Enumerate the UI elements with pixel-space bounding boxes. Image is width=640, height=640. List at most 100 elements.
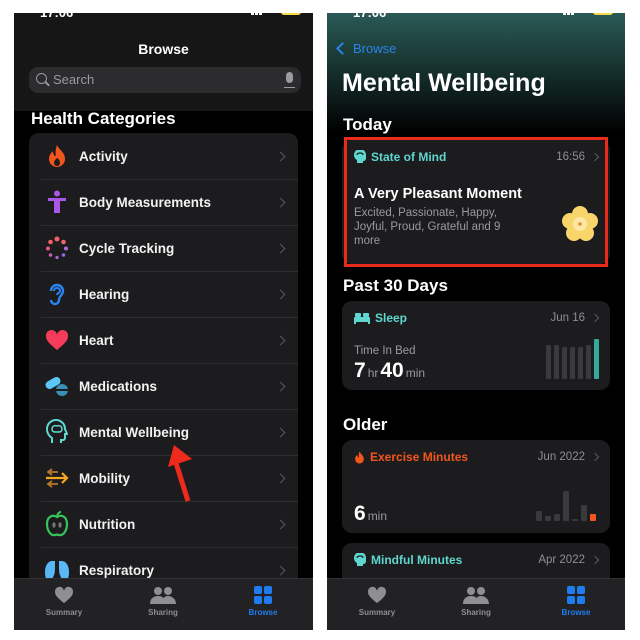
category-cycle-tracking[interactable]: Cycle Tracking	[29, 225, 298, 271]
sleep-value: 7 hr40 min	[354, 359, 427, 383]
arrows-icon	[44, 465, 70, 491]
chevron-right-icon	[590, 313, 600, 323]
tab-label: Sharing	[461, 608, 491, 617]
figure-icon	[44, 189, 70, 215]
category-label: Nutrition	[79, 516, 136, 532]
mini-bar	[562, 347, 567, 379]
signal-icon	[251, 13, 265, 15]
heart-icon	[24, 585, 104, 605]
tab-bar: Summary Sharing Browse	[14, 578, 313, 630]
exercise-value: 6 min	[354, 502, 389, 526]
pills-icon	[44, 373, 70, 399]
mini-bar	[586, 345, 591, 379]
mini-bar	[578, 347, 583, 379]
card-date: Jun 16	[550, 312, 585, 324]
red-arrow-annotation	[168, 445, 192, 502]
tab-bar: Summary Sharing Browse	[327, 578, 625, 630]
mini-bar	[572, 519, 578, 521]
chevron-right-icon	[275, 197, 286, 207]
chevron-right-icon	[275, 565, 286, 575]
chevron-left-icon	[336, 42, 349, 55]
nav-header	[14, 13, 313, 111]
hours-value: 7	[354, 359, 366, 382]
chevron-right-icon	[275, 473, 286, 483]
card-date: Jun 2022	[537, 451, 585, 463]
microphone-icon[interactable]	[284, 72, 295, 88]
tab-sharing[interactable]: Sharing	[436, 585, 516, 617]
head-brain-icon	[44, 419, 70, 445]
category-label: Hearing	[79, 286, 130, 302]
battery-icon: 60	[281, 13, 301, 15]
exercise-minutes-card[interactable]: Exercise Minutes Jun 2022 6 min	[342, 440, 610, 533]
exercise-number: 6	[354, 502, 366, 525]
page-title: Mental Wellbeing	[342, 69, 546, 97]
cycle-dots-icon	[44, 235, 70, 261]
browse-screen: 17:06 60 Browse Search Health Categories…	[14, 13, 313, 630]
category-mental-wellbeing[interactable]: Mental Wellbeing	[29, 409, 298, 455]
chevron-right-icon	[275, 289, 286, 299]
head-icon	[354, 553, 366, 567]
category-label: Body Measurements	[79, 194, 212, 210]
category-label: Medications	[79, 378, 158, 394]
chevron-right-icon	[590, 555, 600, 565]
category-medications[interactable]: Medications	[29, 363, 298, 409]
tab-summary[interactable]: Summary	[24, 585, 104, 617]
ear-icon	[44, 281, 70, 307]
tab-label: Sharing	[148, 608, 178, 617]
category-hearing[interactable]: Hearing	[29, 271, 298, 317]
card-date: Apr 2022	[538, 554, 585, 566]
nav-title: Browse	[138, 41, 189, 57]
mini-bar	[581, 504, 587, 521]
chevron-right-icon	[275, 519, 286, 529]
heart-icon	[337, 585, 417, 605]
mini-bar	[554, 345, 559, 379]
category-activity[interactable]: Activity	[29, 133, 298, 179]
battery-icon: 60	[593, 13, 613, 15]
chevron-right-icon	[275, 335, 286, 345]
section-older: Older	[343, 415, 388, 434]
hours-unit: hr	[367, 366, 379, 380]
mini-bar	[545, 515, 551, 521]
tab-browse[interactable]: Browse	[223, 585, 303, 617]
category-heart[interactable]: Heart	[29, 317, 298, 363]
people-icon	[123, 585, 203, 605]
tab-summary[interactable]: Summary	[337, 585, 417, 617]
tab-browse[interactable]: Browse	[536, 585, 616, 617]
status-time: 17:06	[40, 13, 73, 20]
chevron-right-icon	[275, 381, 286, 391]
sleep-card[interactable]: Sleep Jun 16 Time In Bed 7 hr40 min	[342, 301, 610, 390]
search-input[interactable]: Search	[29, 67, 301, 93]
mini-bar	[570, 347, 575, 379]
tab-sharing[interactable]: Sharing	[123, 585, 203, 617]
bed-icon	[354, 312, 370, 324]
back-button[interactable]: Browse	[335, 41, 396, 56]
heart-icon	[44, 327, 70, 353]
grid-icon	[223, 585, 303, 605]
category-label: Cycle Tracking	[79, 240, 175, 256]
category-label: Respiratory	[79, 562, 155, 578]
tab-label: Browse	[561, 608, 591, 617]
mini-bar	[536, 511, 542, 521]
signal-icon	[563, 13, 577, 15]
category-body-measurements[interactable]: Body Measurements	[29, 179, 298, 225]
mental-wellbeing-screen: 17:06 60 Browse Mental Wellbeing Today S…	[327, 13, 625, 630]
chevron-right-icon	[275, 427, 286, 437]
metric-label: Time In Bed	[354, 345, 416, 357]
tab-label: Summary	[45, 608, 83, 617]
chevron-right-icon	[275, 243, 286, 253]
flame-icon	[354, 451, 365, 464]
tab-label: Summary	[358, 608, 396, 617]
mini-bar	[590, 513, 596, 521]
mini-bar	[546, 345, 551, 379]
section-past-30-days: Past 30 Days	[343, 276, 448, 295]
grid-icon	[536, 585, 616, 605]
card-label: Exercise Minutes	[370, 450, 469, 464]
minutes-value: 40	[380, 359, 404, 382]
category-mobility[interactable]: Mobility	[29, 455, 298, 501]
card-label: Mindful Minutes	[371, 553, 463, 567]
chevron-right-icon	[275, 151, 286, 161]
category-list: Activity Body Measurements Cycle Trackin…	[29, 133, 298, 593]
sleep-mini-chart	[543, 339, 599, 379]
category-nutrition[interactable]: Nutrition	[29, 501, 298, 547]
minutes-unit: min	[405, 366, 426, 380]
